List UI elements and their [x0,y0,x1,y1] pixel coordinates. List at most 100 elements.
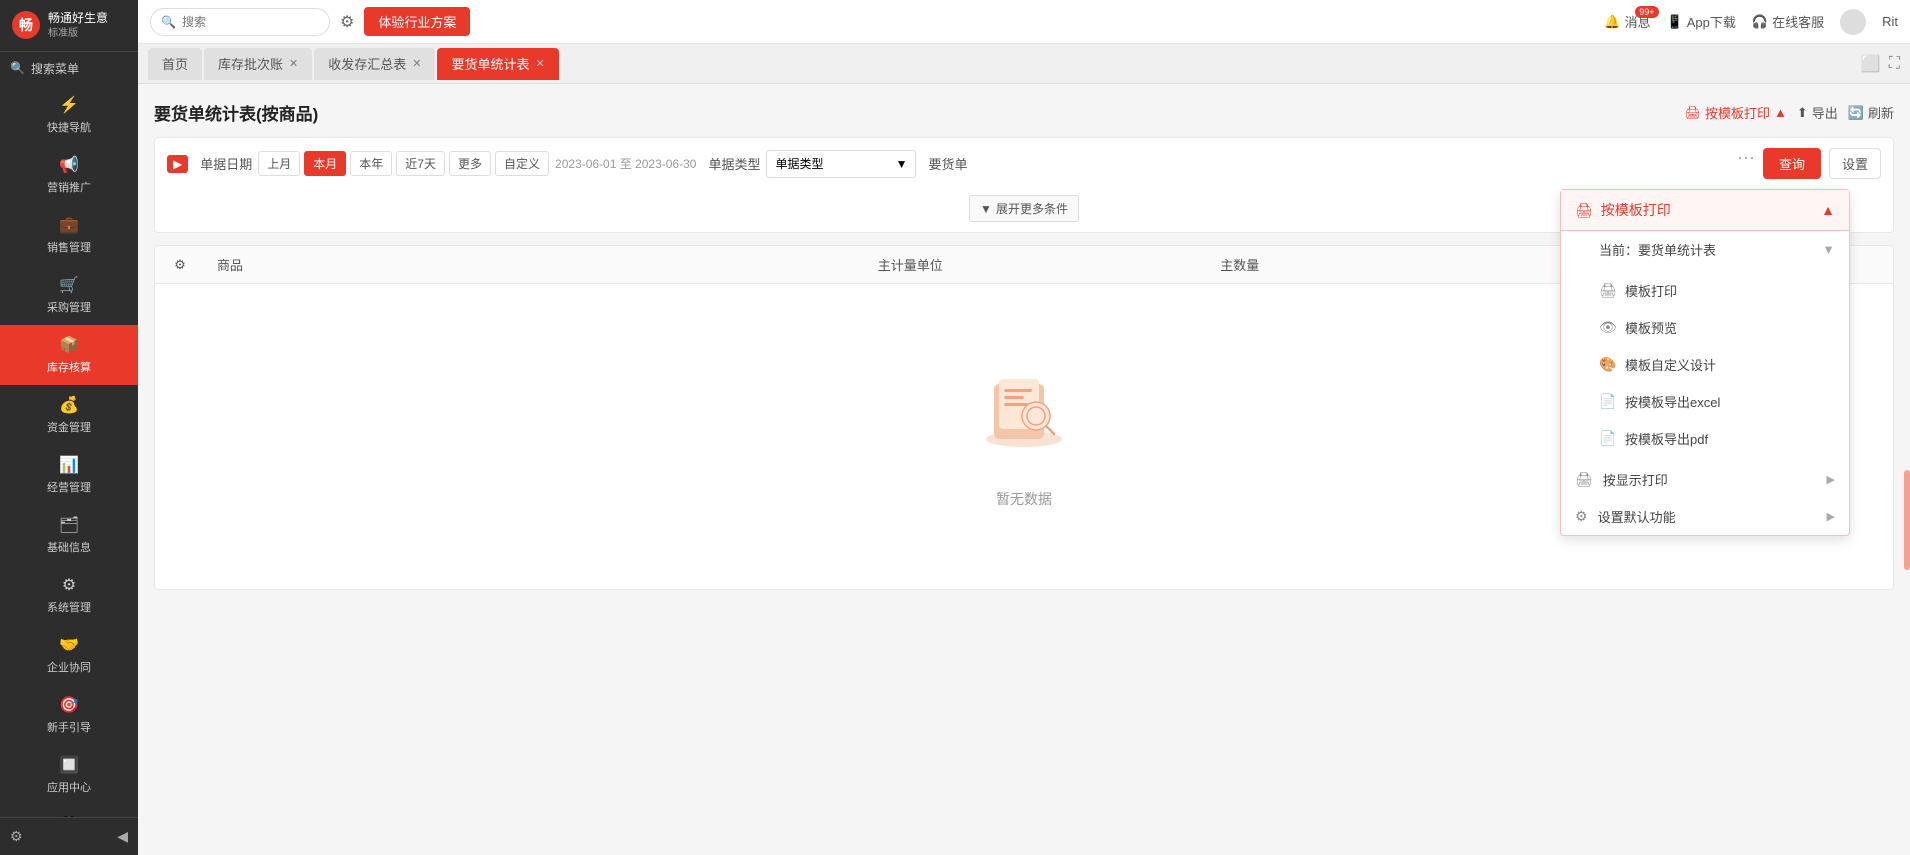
sidebar-item-wechat[interactable]: 💬 企业微信 [0,805,138,817]
notification-badge: 99+ [1635,6,1658,18]
tab-collection-summary-close[interactable]: ✕ [412,57,421,70]
date-tab-prev-month[interactable]: 上月 [258,151,300,176]
sidebar-item-purchase[interactable]: 🛒 采购管理 [0,265,138,325]
dropdown-collapse-icon[interactable]: ▲ [1821,202,1835,218]
dropdown-item-template-preview[interactable]: 👁 模板预览 [1561,309,1849,346]
headset-icon: 🎧 [1752,14,1768,30]
export-button[interactable]: ⬆ 导出 [1797,103,1838,122]
online-service-label: 在线客服 [1772,12,1824,31]
page-header: 要货单统计表(按商品) 🖨 按模板打印 ▲ ⬆ 导出 🔄 刷新 [154,100,1894,125]
dropdown-header[interactable]: 🖨 按模板打印 ▲ [1561,190,1849,231]
sidebar-item-label: 系统管理 [47,599,91,615]
quick-nav-icon: ⚡ [59,95,79,115]
sales-icon: 💼 [59,215,79,235]
sidebar-item-inventory[interactable]: 📦 库存核算 [0,325,138,385]
date-tab-current-month[interactable]: 本月 [304,151,346,176]
sidebar-search[interactable]: 🔍 搜索菜单 [0,52,138,85]
filter-toggle-icon[interactable]: ▶ [167,155,188,173]
username-label[interactable]: Rit [1882,14,1898,29]
date-tabs: 上月 本月 本年 近7天 更多 自定义 [258,151,549,176]
refresh-button[interactable]: 🔄 刷新 [1848,103,1894,122]
sidebar-item-operations[interactable]: 📊 经营管理 [0,445,138,505]
dropdown-group-set-default[interactable]: ⚙ 设置默认功能 ▶ [1561,498,1849,535]
sidebar-item-marketing[interactable]: 📢 营销推广 [0,145,138,205]
date-tab-last7days[interactable]: 近7天 [396,151,445,176]
order-type-select[interactable]: 单据类型 ▼ [766,150,916,178]
sidebar-item-finance[interactable]: 💰 资金管理 [0,385,138,445]
set-default-icon: ⚙ [1575,508,1588,525]
template-design-label: 模板自定义设计 [1625,355,1716,374]
date-tab-more[interactable]: 更多 [449,151,491,176]
display-print-arrow: ▶ [1827,473,1835,486]
maximize-icon[interactable]: ⬜ [1861,54,1881,74]
finance-icon: 💰 [59,395,79,415]
sidebar-item-system[interactable]: ⚙ 系统管理 [0,565,138,625]
settings-icon[interactable]: ⚙ [10,828,23,845]
dropdown-item-template-print[interactable]: 🖨 模板打印 [1561,272,1849,309]
tab-collection-summary[interactable]: 收发存汇总表 ✕ [314,48,435,80]
page-actions: 🖨 按模板打印 ▲ ⬆ 导出 🔄 刷新 [1684,103,1894,122]
sidebar-item-quick-nav[interactable]: ⚡ 快捷导航 [0,85,138,145]
sidebar-item-appstore[interactable]: 🔲 应用中心 [0,745,138,805]
collapse-menu-icon[interactable]: ◀ [117,828,128,845]
user-avatar[interactable] [1840,9,1866,35]
topbar-search-box[interactable]: 🔍 [150,8,330,36]
tab-order-stats-close[interactable]: ✕ [536,57,545,70]
date-tab-custom[interactable]: 自定义 [495,151,549,176]
dropdown-print-icon: 🖨 [1575,202,1593,219]
scrollbar-indicator[interactable] [1904,470,1910,570]
order-type-label: 单据类型 [708,154,760,173]
current-template-label: 当前：要货单统计表 [1599,240,1716,259]
settings-button[interactable]: 设置 [1829,148,1881,179]
tab-home[interactable]: 首页 [148,48,202,80]
tab-bar: 首页 库存批次账 ✕ 收发存汇总表 ✕ 要货单统计表 ✕ ⬜ ⛶ [138,44,1910,84]
export-pdf-icon: 📄 [1599,430,1615,447]
th-settings[interactable]: ⚙ [155,257,205,273]
expand-more-btn[interactable]: ▼ 展开更多条件 [969,195,1079,222]
app-download-label: App下载 [1687,12,1736,31]
tab-batch-account-close[interactable]: ✕ [289,57,298,70]
tab-batch-account-label: 库存批次账 [218,54,283,73]
set-default-arrow: ▶ [1827,510,1835,523]
dropdown-item-export-excel[interactable]: 📄 按模板导出excel [1561,383,1849,420]
table-settings-icon[interactable]: ⚙ [174,257,186,273]
filter-expand-icon[interactable]: ▶ [167,155,188,173]
app-download-button[interactable]: 📱 App下载 [1667,12,1736,31]
topbar-right-actions: 🔔 消息 99+ 📱 App下载 🎧 在线客服 Rit [1604,9,1898,35]
print-button[interactable]: 🖨 按模板打印 ▲ [1684,103,1786,122]
search-input[interactable] [182,15,319,29]
dropdown-current-template[interactable]: 当前：要货单统计表 ▼ [1561,231,1849,268]
marketing-icon: 📢 [59,155,79,175]
topbar: 🔍 ⚙ 体验行业方案 🔔 消息 99+ 📱 App下载 🎧 在线客服 Rit [138,0,1910,44]
experience-btn[interactable]: 体验行业方案 [364,7,470,36]
date-tab-current-year[interactable]: 本年 [350,151,392,176]
topbar-gear-icon[interactable]: ⚙ [340,12,354,32]
template-preview-label: 模板预览 [1625,318,1677,337]
export-excel-label: 按模板导出excel [1625,392,1720,411]
sidebar-item-basic[interactable]: 🗂 基础信息 [0,505,138,565]
current-template-arrow: ▼ [1822,242,1835,257]
export-label: 导出 [1812,103,1838,122]
sidebar-item-label: 快捷导航 [47,119,91,135]
app-name: 畅通好生意 [48,10,108,27]
sidebar-item-sales[interactable]: 💼 销售管理 [0,205,138,265]
sidebar-nav: ⚡ 快捷导航 📢 营销推广 💼 销售管理 🛒 采购管理 📦 库存核算 💰 资金管… [0,85,138,817]
dropdown-item-export-pdf[interactable]: 📄 按模板导出pdf [1561,420,1849,457]
tab-order-stats[interactable]: 要货单统计表 ✕ [437,48,558,80]
query-button[interactable]: 查询 [1763,148,1821,179]
dropdown-item-template-design[interactable]: 🎨 模板自定义设计 [1561,346,1849,383]
tab-batch-account[interactable]: 库存批次账 ✕ [204,48,312,80]
expand-more-label: 展开更多条件 [996,200,1068,217]
sidebar: 畅 畅通好生意 标准版 🔍 搜索菜单 ⚡ 快捷导航 📢 营销推广 💼 销售管理 … [0,0,138,855]
dropdown-group-display-print[interactable]: 🖨 按显示打印 ▶ [1561,461,1849,498]
guide-icon: 🎯 [59,695,79,715]
expand-icon[interactable]: ⛶ [1889,55,1900,73]
notification-button[interactable]: 🔔 消息 99+ [1604,12,1650,31]
refresh-icon: 🔄 [1848,105,1864,121]
online-service-button[interactable]: 🎧 在线客服 [1752,12,1824,31]
sidebar-item-enterprise[interactable]: 🤝 企业协同 [0,625,138,685]
sidebar-item-label: 资金管理 [47,419,91,435]
date-range-display: 2023-06-01 至 2023-06-30 [555,155,696,172]
more-actions-icon[interactable]: ⋯ [1737,148,1755,179]
sidebar-item-guide[interactable]: 🎯 新手引导 [0,685,138,745]
